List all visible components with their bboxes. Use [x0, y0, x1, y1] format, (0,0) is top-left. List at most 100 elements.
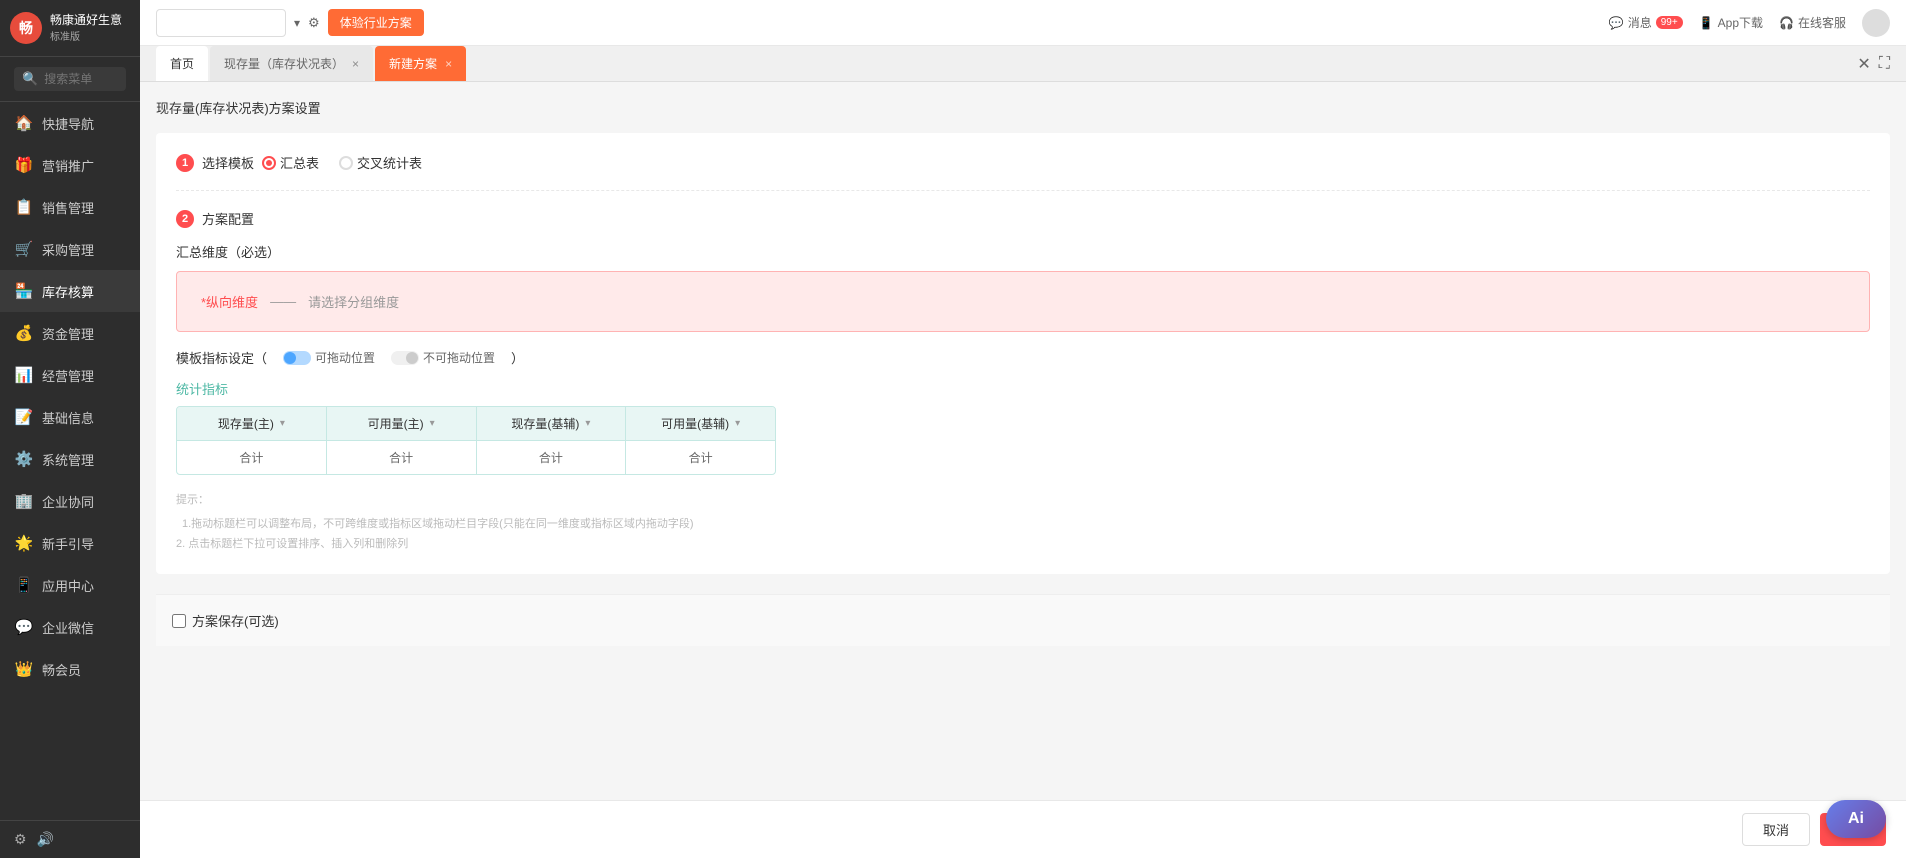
hint-1-text: 1.拖动标题栏可以调整布局，不可跨维度或指标区域拖动栏目字段(只能在同一维度或指…	[182, 515, 694, 535]
sidebar-item-inventory[interactable]: 🏪 库存核算	[0, 270, 140, 312]
col-1-dropdown[interactable]: ▾	[430, 418, 435, 429]
radio-summary-dot	[262, 156, 276, 170]
stats-col-1-label: 可用量(主)	[368, 415, 424, 432]
system-icon: ⚙️	[14, 449, 34, 469]
col-0-dropdown[interactable]: ▾	[280, 418, 285, 429]
sidebar-item-label: 营销推广	[42, 156, 94, 175]
stats-table: 现存量(主) ▾ 可用量(主) ▾ 现存量(基辅) ▾	[176, 406, 776, 475]
tabbar-right: ✕ ⛶	[1857, 54, 1890, 74]
messages-btn[interactable]: 💬 消息 99+	[1609, 14, 1683, 31]
tab-inventory-close[interactable]: ×	[352, 57, 359, 71]
tab-new-scheme-close[interactable]: ×	[445, 57, 452, 71]
operations-icon: 📊	[14, 365, 34, 385]
sidebar-nav: 🏠 快捷导航 🎁 营销推广 📋 销售管理 🛒 采购管理 🏪 库存核算 💰 资金管…	[0, 102, 140, 820]
sidebar-item-operations[interactable]: 📊 经营管理	[0, 354, 140, 396]
save-checkbox[interactable]	[172, 614, 186, 628]
search-input[interactable]	[44, 72, 124, 86]
sidebar-item-system[interactable]: ⚙️ 系统管理	[0, 438, 140, 480]
tab-home[interactable]: 首页	[156, 46, 208, 81]
sidebar-item-label: 采购管理	[42, 240, 94, 259]
sidebar-item-label: 应用中心	[42, 576, 94, 595]
customer-service-btn[interactable]: 🎧 在线客服	[1779, 14, 1846, 31]
sidebar-item-marketing[interactable]: 🎁 营销推广	[0, 144, 140, 186]
sidebar-item-quick-nav[interactable]: 🏠 快捷导航	[0, 102, 140, 144]
hint-1: 1.拖动标题栏可以调整布局，不可跨维度或指标区域拖动栏目字段(只能在同一维度或指…	[176, 515, 1870, 535]
col-3-dropdown[interactable]: ▾	[735, 418, 740, 429]
stats-body-cell-1: 合计	[327, 441, 476, 474]
vip-icon: 👑	[14, 659, 34, 679]
stats-table-header: 现存量(主) ▾ 可用量(主) ▾ 现存量(基辅) ▾	[177, 407, 775, 441]
col-2-dropdown[interactable]: ▾	[585, 418, 590, 429]
draggable-toggle-box[interactable]	[283, 351, 311, 365]
dropdown-arrow-icon[interactable]: ▾	[294, 16, 300, 30]
home-icon: 🏠	[14, 113, 34, 133]
action-bar: 取消 查询	[140, 800, 1906, 858]
step2-label: 方案配置	[202, 209, 254, 228]
radio-summary[interactable]: 汇总表	[262, 153, 319, 172]
ai-fab-label: Ai	[1848, 810, 1864, 828]
page-title: 现存量(库存状况表)方案设置	[156, 98, 1890, 117]
guide-icon: 🌟	[14, 533, 34, 553]
non-draggable-toggle-box[interactable]	[391, 351, 419, 365]
sidebar-footer: ⚙ 🔊	[0, 820, 140, 858]
sidebar: 畅 畅康通好生意 标准版 🔍 🏠 快捷导航 🎁 营销推广 📋 销售管理 🛒 采购…	[0, 0, 140, 858]
expand-btn[interactable]: ⛶	[1879, 55, 1890, 73]
sidebar-item-sales[interactable]: 📋 销售管理	[0, 186, 140, 228]
tab-inventory-label: 现存量（库存状况表）	[224, 55, 344, 72]
sidebar-item-app-center[interactable]: 📱 应用中心	[0, 564, 140, 606]
config-section: 1 选择模板 汇总表 交叉统计表 2 方案配置	[156, 133, 1890, 574]
topbar-right: 💬 消息 99+ 📱 App下载 🎧 在线客服	[1609, 9, 1890, 37]
sales-icon: 📋	[14, 197, 34, 217]
sidebar-item-new-guide[interactable]: 🌟 新手引导	[0, 522, 140, 564]
radio-cross[interactable]: 交叉统计表	[339, 153, 422, 172]
radio-cross-dot	[339, 156, 353, 170]
user-avatar[interactable]	[1862, 9, 1890, 37]
stats-col-3: 可用量(基辅) ▾	[626, 407, 775, 441]
sidebar-search-area: 🔍	[0, 57, 140, 102]
search-icon: 🔍	[22, 71, 38, 87]
tab-new-scheme[interactable]: 新建方案 ×	[375, 46, 466, 81]
app-center-icon: 📱	[14, 575, 34, 595]
sidebar-item-label: 库存核算	[42, 282, 94, 301]
radio-cross-label: 交叉统计表	[357, 153, 422, 172]
hint-2-text: 2. 点击标题栏下拉可设置排序、插入列和删除列	[176, 535, 408, 555]
indicators-header: 模板指标设定（ 可拖动位置 不可拖动位置 ）	[176, 348, 1870, 367]
sidebar-item-purchase[interactable]: 🛒 采购管理	[0, 228, 140, 270]
app-download-btn[interactable]: 📱 App下载	[1699, 14, 1763, 31]
settings-icon[interactable]: ⚙	[14, 831, 27, 848]
sidebar-item-basic-info[interactable]: 📝 基础信息	[0, 396, 140, 438]
weixin-icon: 💬	[14, 617, 34, 637]
search-box[interactable]: 🔍	[14, 67, 126, 91]
dimension-dash: ——	[270, 294, 296, 309]
sidebar-item-label: 企业协同	[42, 492, 94, 511]
step1-num: 1	[176, 154, 194, 172]
stats-body-col-0: 合计	[177, 441, 327, 474]
ai-fab-button[interactable]: Ai	[1826, 800, 1886, 838]
gear-icon[interactable]: ⚙	[308, 15, 320, 31]
non-draggable-toggle: 不可拖动位置	[391, 349, 495, 366]
topbar-search-input[interactable]	[156, 9, 286, 37]
close-panel-btn[interactable]: ✕	[1857, 54, 1870, 74]
dimension-required-label: *纵向维度	[201, 292, 258, 311]
hint-area: 提示： 1.拖动标题栏可以调整布局，不可跨维度或指标区域拖动栏目字段(只能在同一…	[176, 491, 1870, 554]
trial-btn[interactable]: 体验行业方案	[328, 9, 424, 36]
inventory-icon: 🏪	[14, 281, 34, 301]
divider-1	[176, 190, 1870, 191]
sidebar-logo: 畅 畅康通好生意 标准版	[0, 0, 140, 57]
sidebar-item-enterprise[interactable]: 🏢 企业协同	[0, 480, 140, 522]
headset-icon: 🎧	[1779, 16, 1794, 30]
app-name: 畅康通好生意	[50, 13, 122, 29]
step2-header: 2 方案配置	[176, 209, 1870, 228]
gift-icon: 🎁	[14, 155, 34, 175]
step1-label: 选择模板	[202, 153, 254, 172]
sidebar-item-weixin[interactable]: 💬 企业微信	[0, 606, 140, 648]
tab-inventory-status[interactable]: 现存量（库存状况表） ×	[210, 46, 373, 81]
audio-icon[interactable]: 🔊	[37, 831, 54, 848]
sidebar-item-vip[interactable]: 👑 畅会员	[0, 648, 140, 690]
dimension-area[interactable]: *纵向维度 —— 请选择分组维度	[176, 271, 1870, 332]
messages-label: 消息	[1628, 14, 1652, 31]
stats-body-col-2: 合计	[477, 441, 627, 474]
sidebar-item-finance[interactable]: 💰 资金管理	[0, 312, 140, 354]
stats-header-cell-2: 现存量(基辅) ▾	[477, 407, 626, 441]
cancel-button[interactable]: 取消	[1742, 813, 1810, 846]
